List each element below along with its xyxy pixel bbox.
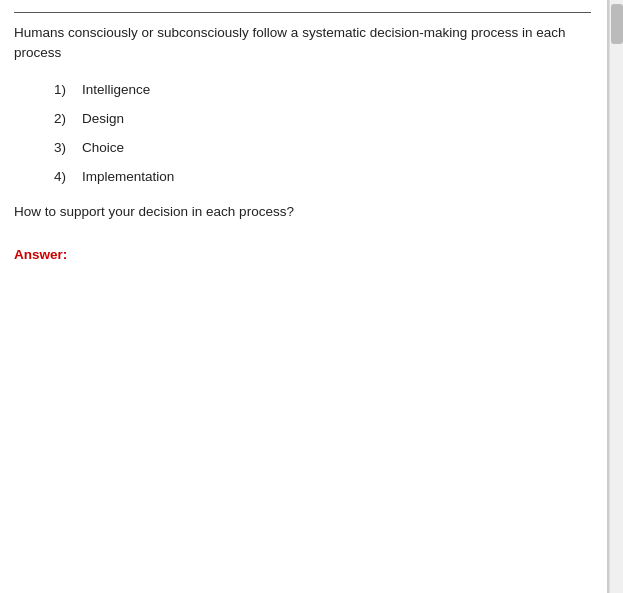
scrollbar-area[interactable] <box>609 0 623 593</box>
list-item: 2) Design <box>54 111 591 126</box>
list-label-3: Choice <box>82 140 124 155</box>
list-item: 3) Choice <box>54 140 591 155</box>
list-number-4: 4) <box>54 169 82 184</box>
top-border <box>14 12 591 13</box>
answer-label: Answer: <box>14 247 67 262</box>
list-number-2: 2) <box>54 111 82 126</box>
list-container: 1) Intelligence 2) Design 3) Choice 4) I… <box>54 82 591 184</box>
list-item: 4) Implementation <box>54 169 591 184</box>
list-label-4: Implementation <box>82 169 174 184</box>
list-item: 1) Intelligence <box>54 82 591 97</box>
intro-text: Humans consciously or subconsciously fol… <box>14 23 591 64</box>
list-number-1: 1) <box>54 82 82 97</box>
list-label-2: Design <box>82 111 124 126</box>
page-container: Humans consciously or subconsciously fol… <box>0 0 623 593</box>
list-label-1: Intelligence <box>82 82 150 97</box>
scrollbar-thumb[interactable] <box>611 4 623 44</box>
content-area: Humans consciously or subconsciously fol… <box>0 0 609 593</box>
question-text: How to support your decision in each pro… <box>14 202 591 222</box>
list-number-3: 3) <box>54 140 82 155</box>
